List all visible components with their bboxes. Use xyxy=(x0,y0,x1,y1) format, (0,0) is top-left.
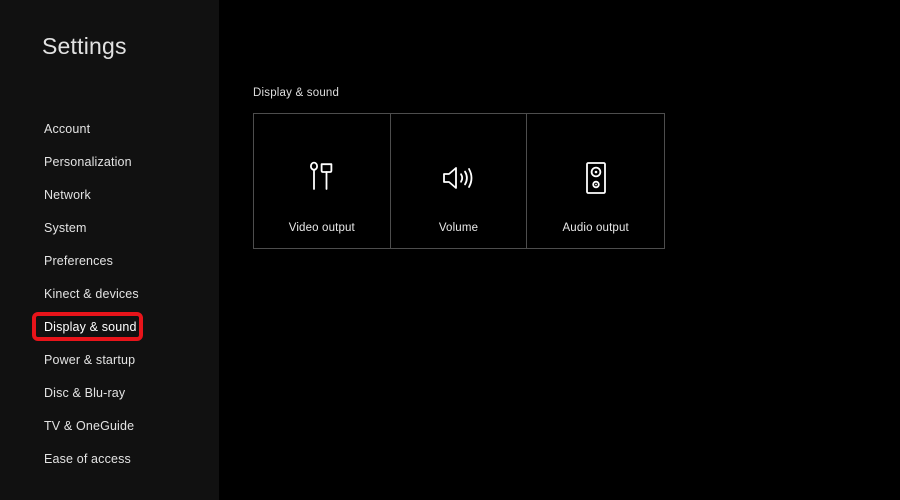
sidebar-item-kinect-and-devices[interactable]: Kinect & devices xyxy=(0,277,219,310)
sidebar-item-account[interactable]: Account xyxy=(0,112,219,145)
sidebar-item-preferences[interactable]: Preferences xyxy=(0,244,219,277)
sidebar-item-label: Network xyxy=(44,187,91,202)
tile-label: Audio output xyxy=(562,222,629,234)
sidebar-item-label: Account xyxy=(44,121,91,136)
sidebar-item-label: Preferences xyxy=(44,253,114,268)
speaker-waves-icon xyxy=(391,158,527,198)
sidebar-item-label: Personalization xyxy=(44,154,132,169)
sidebar-nav-list: Account Personalization Network System P… xyxy=(0,112,219,475)
sidebar-item-label: Kinect & devices xyxy=(44,286,139,301)
sidebar-item-display-and-sound[interactable]: Display & sound xyxy=(0,310,219,343)
sidebar-item-label: Disc & Blu-ray xyxy=(44,385,126,400)
sidebar-item-power-and-startup[interactable]: Power & startup xyxy=(0,343,219,376)
speaker-cabinet-icon xyxy=(527,158,664,198)
settings-content-pane: Display & sound Video output Volume Audi… xyxy=(219,0,900,500)
sidebar-item-disc-and-blu-ray[interactable]: Disc & Blu-ray xyxy=(0,376,219,409)
tile-label: Volume xyxy=(438,222,479,234)
section-header: Display & sound xyxy=(253,87,340,99)
sidebar-item-network[interactable]: Network xyxy=(0,178,219,211)
sidebar-item-label: System xyxy=(44,220,87,235)
xbox-settings-screen: Settings Account Personalization Network… xyxy=(0,0,900,500)
tile-audio-output[interactable]: Audio output xyxy=(527,114,665,248)
sidebar-item-personalization[interactable]: Personalization xyxy=(0,145,219,178)
sidebar-item-system[interactable]: System xyxy=(0,211,219,244)
page-title: Settings xyxy=(42,33,127,59)
sidebar-item-tv-and-oneguide[interactable]: TV & OneGuide xyxy=(0,409,219,442)
sidebar-item-label: TV & OneGuide xyxy=(44,418,135,433)
sidebar-item-label: Display & sound xyxy=(44,319,137,334)
tile-video-output[interactable]: Video output xyxy=(254,114,391,248)
sidebar-item-ease-of-access[interactable]: Ease of access xyxy=(0,442,219,475)
av-cable-icon xyxy=(254,158,390,198)
settings-sidebar: Settings Account Personalization Network… xyxy=(0,0,219,500)
tile-volume[interactable]: Volume xyxy=(390,114,528,248)
sidebar-item-label: Power & startup xyxy=(44,352,136,367)
tile-label: Video output xyxy=(288,222,355,234)
settings-tile-grid: Video output Volume Audio output xyxy=(253,113,665,249)
sidebar-item-label: Ease of access xyxy=(44,451,131,466)
